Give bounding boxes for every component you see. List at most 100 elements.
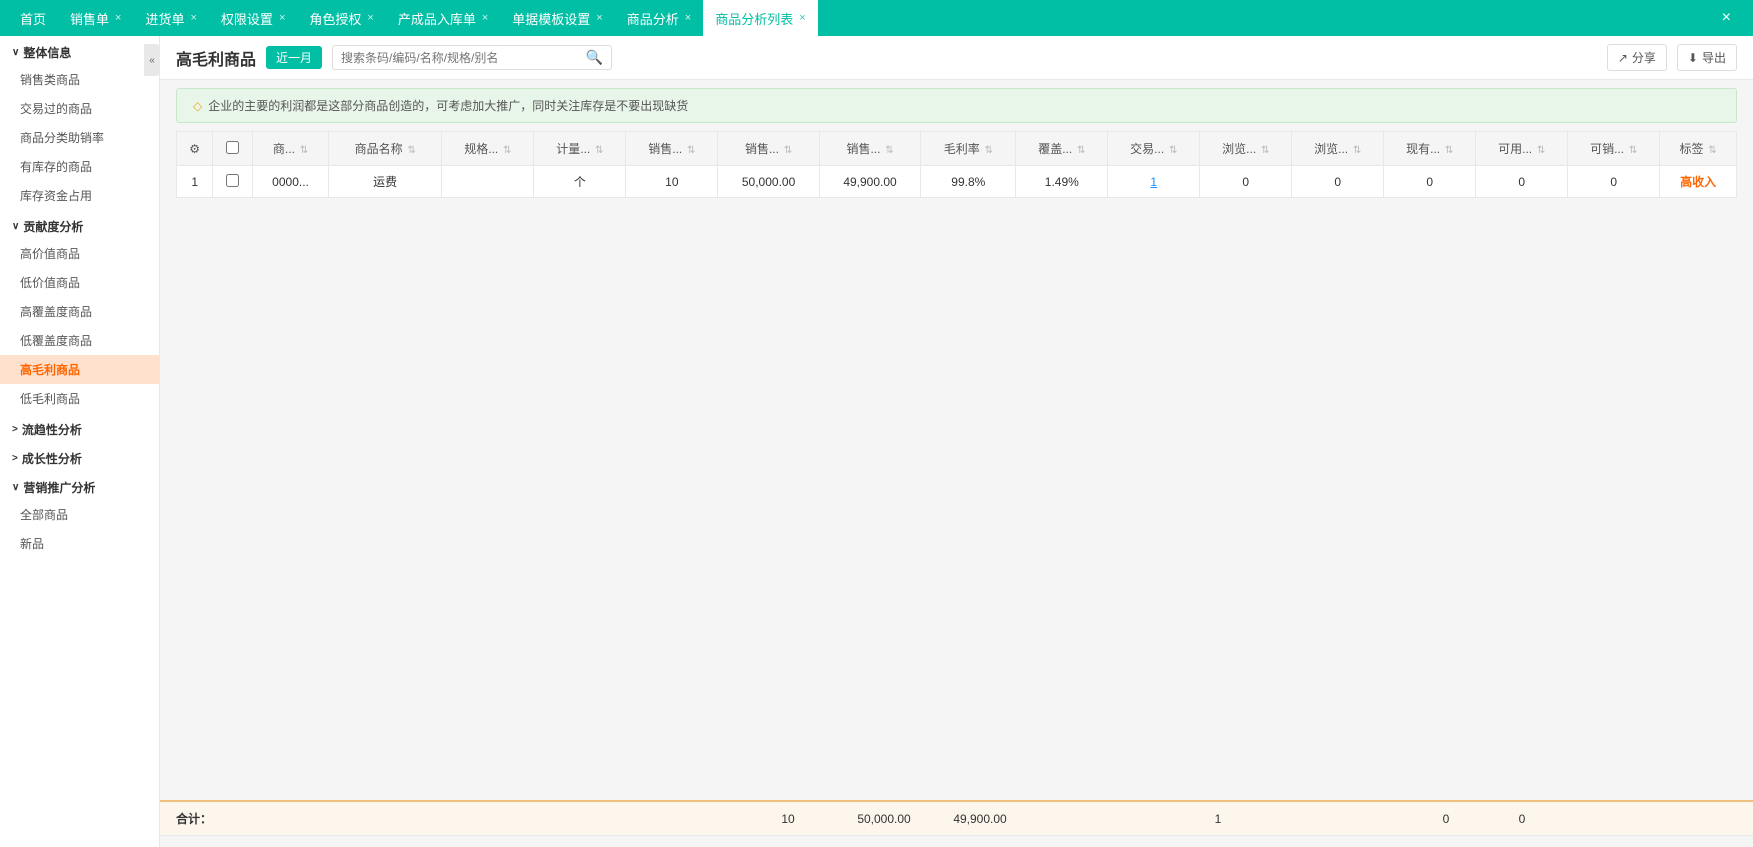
table-header-col-11[interactable]: 交易... ⇅ [1108,132,1200,166]
nav-item-商品分析列表[interactable]: 商品分析列表× [703,0,817,36]
nav-item-进货单[interactable]: 进货单× [133,0,208,36]
sidebar-item-新品[interactable]: 新品 [0,529,159,558]
chevron-icon: > [12,424,18,435]
chevron-icon: ∨ [12,482,19,493]
table-header-col-12[interactable]: 浏览... ⇅ [1200,132,1292,166]
sidebar-group-2[interactable]: >流趋性分析 [0,413,159,442]
search-icon[interactable]: 🔍 [586,49,603,66]
row-unit: 个 [534,166,626,198]
row-saleable: 0 [1568,166,1660,198]
row-checkbox[interactable] [213,166,253,198]
nav-close-icon[interactable]: × [799,12,805,24]
row-no: 1 [177,166,213,198]
row-transactions[interactable]: 1 [1108,166,1200,198]
sort-icon: ⇅ [982,145,993,156]
export-button[interactable]: ⬇ 导出 [1677,44,1737,71]
search-input[interactable] [341,51,586,65]
footer-sales1: 10 [748,812,828,826]
sort-icon: ⇅ [500,145,511,156]
sidebar-item-低毛利商品[interactable]: 低毛利商品 [0,384,159,413]
table-header-col-15[interactable]: 可用... ⇅ [1476,132,1568,166]
nav-close-icon[interactable]: × [482,12,488,24]
row-select-checkbox[interactable] [226,174,239,187]
nav-item-角色授权[interactable]: 角色授权× [297,0,385,36]
sort-icon: ⇅ [781,145,792,156]
nav-item-首页[interactable]: 首页 [8,0,58,36]
table-header-col-4[interactable]: 规格... ⇅ [442,132,534,166]
nav-close-icon[interactable]: × [685,12,691,24]
footer-sales2: 50,000.00 [844,812,924,826]
sort-icon: ⇅ [1166,145,1177,156]
sidebar-item-低价值商品[interactable]: 低价值商品 [0,268,159,297]
select-all-checkbox[interactable] [226,141,239,154]
footer-label: 合计： [176,810,212,827]
row-gross-rate: 99.8% [921,166,1016,198]
top-navigation: 首页销售单×进货单×权限设置×角色授权×产成品入库单×单据模板设置×商品分析×商… [0,0,1753,36]
table-header-col-6[interactable]: 销售... ⇅ [626,132,718,166]
sidebar-item-有库存的商品[interactable]: 有库存的商品 [0,152,159,181]
sidebar-item-交易过的商品[interactable]: 交易过的商品 [0,94,159,123]
share-button[interactable]: ↗ 分享 [1607,44,1667,71]
filter-button[interactable]: 近一月 [266,46,322,69]
table-header-col-14[interactable]: 现有... ⇅ [1384,132,1476,166]
chevron-icon: > [12,453,18,464]
row-stock: 0 [1384,166,1476,198]
sidebar-item-销售类商品[interactable]: 销售类商品 [0,65,159,94]
table-header-col-13[interactable]: 浏览... ⇅ [1292,132,1384,166]
row-tag[interactable]: 高收入 [1660,166,1737,198]
sidebar-item-库存资金占用[interactable]: 库存资金占用 [0,181,159,210]
row-sales3: 49,900.00 [819,166,920,198]
nav-close-icon[interactable]: × [190,12,196,24]
nav-close-icon[interactable]: × [115,12,121,24]
table-row: 10000...运费个1050,000.0049,900.0099.8%1.49… [177,166,1737,198]
nav-close-icon[interactable]: × [279,12,285,24]
table-header-col-10[interactable]: 覆盖... ⇅ [1016,132,1108,166]
sidebar-item-高毛利商品[interactable]: 高毛利商品 [0,355,159,384]
table-header-col-17[interactable]: 标签 ⇅ [1660,132,1737,166]
export-icon: ⬇ [1688,51,1698,65]
table-header-col-9[interactable]: 毛利率 ⇅ [921,132,1016,166]
nav-item-商品分析[interactable]: 商品分析× [615,0,703,36]
sort-icon: ⇅ [1534,145,1545,156]
table-header-col-16[interactable]: 可销... ⇅ [1568,132,1660,166]
footer-transactions: 1 [1188,812,1248,826]
row-browse1: 0 [1200,166,1292,198]
sort-icon: ⇅ [405,145,416,156]
nav-item-销售单[interactable]: 销售单× [58,0,133,36]
chevron-icon: ∨ [12,47,19,58]
table-header-col-2[interactable]: 商... ⇅ [253,132,329,166]
content-header: 高毛利商品 近一月 🔍 ↗ 分享 ⬇ 导出 [160,36,1753,80]
sidebar-item-高覆盖度商品[interactable]: 高覆盖度商品 [0,297,159,326]
nav-item-权限设置[interactable]: 权限设置× [209,0,297,36]
sidebar-item-全部商品[interactable]: 全部商品 [0,500,159,529]
row-sales2: 50,000.00 [718,166,819,198]
sidebar-group-1[interactable]: ∨贡献度分析 [0,210,159,239]
page-title: 高毛利商品 [176,46,256,70]
row-available: 0 [1476,166,1568,198]
sidebar-group-0[interactable]: ∨整体信息 [0,36,159,65]
sort-icon: ⇅ [882,145,893,156]
sidebar-collapse-button[interactable]: « [144,44,160,76]
table-header-col-8[interactable]: 销售... ⇅ [819,132,920,166]
nav-item-产成品入库单[interactable]: 产成品入库单× [386,0,500,36]
sidebar-item-商品分类助销率[interactable]: 商品分类助销率 [0,123,159,152]
sort-icon: ⇅ [684,145,695,156]
table-header-col-3[interactable]: 商品名称 ⇅ [329,132,442,166]
row-sales1: 10 [626,166,718,198]
table-header-col-5[interactable]: 计量... ⇅ [534,132,626,166]
table-header-col-1 [213,132,253,166]
window-close-button[interactable]: × [1708,9,1745,27]
sidebar-item-低覆盖度商品[interactable]: 低覆盖度商品 [0,326,159,355]
row-spec [442,166,534,198]
sidebar-group-4[interactable]: ∨营销推广分析 [0,471,159,500]
nav-item-单据模板设置[interactable]: 单据模板设置× [500,0,614,36]
row-name: 运费 [329,166,442,198]
sort-icon: ⇅ [1350,145,1361,156]
horizontal-scrollbar[interactable] [160,835,1753,847]
nav-close-icon[interactable]: × [367,12,373,24]
table-header-col-7[interactable]: 销售... ⇅ [718,132,819,166]
sidebar-group-3[interactable]: >成长性分析 [0,442,159,471]
nav-close-icon[interactable]: × [596,12,602,24]
sidebar-item-高价值商品[interactable]: 高价值商品 [0,239,159,268]
sort-icon: ⇅ [297,145,308,156]
